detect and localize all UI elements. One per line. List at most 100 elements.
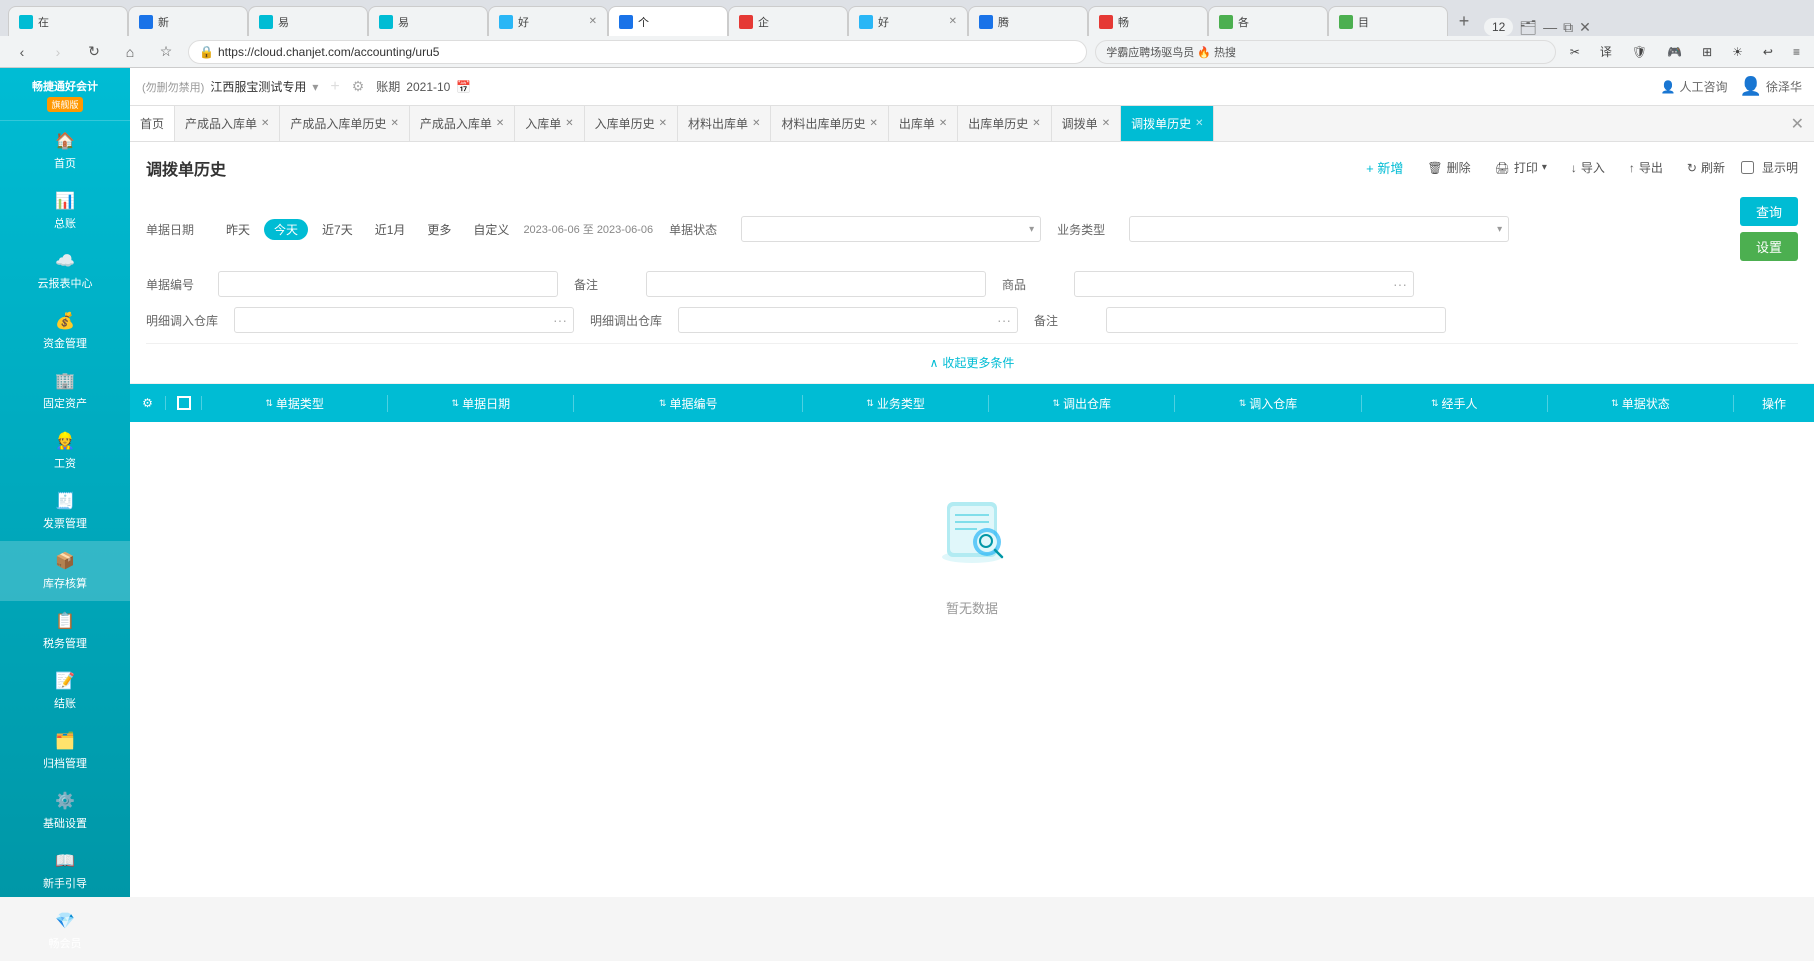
collapse-button[interactable]: ∧ 收起更多条件 — [918, 350, 1027, 375]
tab-close-icon[interactable]: ✕ — [496, 118, 504, 129]
sidebar-item-home[interactable]: 🏠 首页 — [0, 121, 130, 181]
tab-close-icon[interactable]: ✕ — [261, 118, 269, 129]
sidebar-item-archive[interactable]: 🗂️ 归档管理 — [0, 721, 130, 781]
browser-tab-8[interactable]: 畅 — [1088, 6, 1208, 36]
customer-service[interactable]: 👤 人工咨询 — [1661, 78, 1728, 95]
tab-home[interactable]: 首页 — [130, 106, 175, 142]
goods-selector[interactable]: ··· — [1074, 271, 1414, 297]
period-selector[interactable]: 账期 2021-10 📅 — [376, 78, 471, 95]
browser-tab-6[interactable]: 好 ✕ — [848, 6, 968, 36]
browser-tab-7[interactable]: 腾 — [968, 6, 1088, 36]
tab-transfer[interactable]: 调拨单 ✕ — [1052, 106, 1121, 142]
warehouse-out-selector[interactable]: ··· — [678, 307, 1018, 333]
calendar-icon[interactable]: 📅 — [456, 80, 471, 94]
tab-product-inbound2[interactable]: 产成品入库单 ✕ — [410, 106, 515, 142]
toolbar-shield[interactable]: 🛡 — [1626, 43, 1653, 61]
th-doc-date[interactable]: ⇅ 单据日期 — [388, 395, 574, 412]
refresh-button[interactable]: ↻ 刷新 — [1679, 155, 1733, 180]
sidebar-item-ledger[interactable]: 📊 总账 — [0, 181, 130, 241]
browser-tab-10[interactable]: 目 — [1328, 6, 1448, 36]
tab-inbound[interactable]: 入库单 ✕ — [515, 106, 584, 142]
tab-close-icon[interactable]: ✕ — [659, 118, 667, 129]
date-yesterday[interactable]: 昨天 — [218, 219, 258, 240]
user-profile[interactable]: 👤 徐泽华 — [1740, 76, 1802, 97]
browser-tab-2[interactable]: 易 — [248, 6, 368, 36]
th-warehouse-out[interactable]: ⇅ 调出仓库 — [989, 395, 1175, 412]
import-button[interactable]: ↓ 导入 — [1563, 155, 1613, 180]
th-warehouse-in[interactable]: ⇅ 调入仓库 — [1175, 395, 1361, 412]
tab-close-icon[interactable]: ✕ — [589, 16, 597, 27]
window-minimize[interactable]: 🗂 — [1519, 19, 1537, 36]
toolbar-menu[interactable]: ≡ — [1787, 43, 1806, 61]
toolbar-game[interactable]: 🎮 — [1661, 43, 1688, 61]
window-close[interactable]: ✕ — [1579, 19, 1591, 36]
tab-close-icon[interactable]: ✕ — [939, 118, 947, 129]
nav-home[interactable]: ⌂ — [116, 38, 144, 66]
toolbar-grid[interactable]: ⊞ — [1696, 43, 1718, 61]
tab-outbound-history[interactable]: 出库单历史 ✕ — [958, 106, 1051, 142]
tab-close-icon[interactable]: ✕ — [1195, 118, 1203, 129]
date-today[interactable]: 今天 — [264, 219, 308, 240]
tab-transfer-history[interactable]: 调拨单历史 ✕ — [1121, 106, 1214, 142]
th-settings[interactable]: ⚙ — [130, 396, 166, 410]
tab-close-icon[interactable]: ✕ — [390, 118, 398, 129]
th-doc-type[interactable]: ⇅ 单据类型 — [202, 395, 388, 412]
sidebar-item-member[interactable]: 💎 畅会员 — [0, 901, 130, 961]
browser-tab-9[interactable]: 各 — [1208, 6, 1328, 36]
nav-refresh[interactable]: ↻ — [80, 38, 108, 66]
goods-dots-icon[interactable]: ··· — [1393, 276, 1407, 292]
add-button[interactable]: + 新增 — [1358, 154, 1411, 181]
tab-material-outbound-history[interactable]: 材料出库单历史 ✕ — [771, 106, 888, 142]
company-selector[interactable]: (勿删勿禁用) 江西服宝测试专用 ▾ — [142, 78, 318, 95]
date-custom[interactable]: 自定义 — [465, 219, 517, 240]
sidebar-item-asset[interactable]: 🏢 固定资产 — [0, 361, 130, 421]
select-all-checkbox[interactable] — [177, 396, 191, 410]
browser-tab-4[interactable]: 好 ✕ — [488, 6, 608, 36]
warehouse-in-dots-icon[interactable]: ··· — [553, 312, 567, 328]
browser-tab-logo[interactable]: 在 — [8, 6, 128, 36]
search-bar[interactable]: 学霸应聘场驱鸟员 🔥 热搜 — [1095, 40, 1556, 64]
browser-tab-5[interactable]: 企 — [728, 6, 848, 36]
docno-input[interactable] — [218, 271, 558, 297]
sidebar-item-tax[interactable]: 📋 税务管理 — [0, 601, 130, 661]
remark2-input[interactable] — [1106, 307, 1446, 333]
query-button[interactable]: 查询 — [1740, 197, 1798, 226]
sidebar-item-inventory[interactable]: 📦 库存核算 — [0, 541, 130, 601]
nav-forward[interactable]: › — [44, 38, 72, 66]
warehouse-in-selector[interactable]: ··· — [234, 307, 574, 333]
export-button[interactable]: ↑ 导出 — [1621, 155, 1671, 180]
add-company-btn[interactable]: + — [330, 78, 339, 96]
toolbar-sun[interactable]: ☀ — [1726, 43, 1749, 61]
show-toggle-checkbox[interactable] — [1741, 161, 1754, 174]
settings-gear-icon[interactable]: ⚙ — [352, 78, 365, 95]
toolbar-scissors[interactable]: ✂ — [1564, 43, 1586, 61]
nav-favorite[interactable]: ☆ — [152, 38, 180, 66]
toolbar-translate[interactable]: 译 — [1594, 41, 1618, 62]
sidebar-item-cloud-report[interactable]: ☁️ 云报表中心 — [0, 241, 130, 301]
delete-button[interactable]: 🗑 删除 — [1419, 155, 1478, 180]
browser-tab-3[interactable]: 易 — [368, 6, 488, 36]
sidebar-item-settings[interactable]: ⚙️ 基础设置 — [0, 781, 130, 841]
date-7days[interactable]: 近7天 — [314, 219, 361, 240]
tab-material-outbound[interactable]: 材料出库单 ✕ — [678, 106, 771, 142]
toolbar-undo[interactable]: ↩ — [1757, 43, 1779, 61]
tab-product-inbound[interactable]: 产成品入库单 ✕ — [175, 106, 280, 142]
browser-tab-active[interactable]: 个 — [608, 6, 728, 36]
sidebar-item-invoice[interactable]: 🧾 发票管理 — [0, 481, 130, 541]
th-biz-type[interactable]: ⇅ 业务类型 — [803, 395, 989, 412]
tab-close-icon[interactable]: ✕ — [1032, 118, 1040, 129]
sidebar-item-closing[interactable]: 📝 结账 — [0, 661, 130, 721]
browser-tab-1[interactable]: 新 — [128, 6, 248, 36]
tab-close-icon[interactable]: ✕ — [565, 118, 573, 129]
date-more[interactable]: 更多 — [419, 219, 459, 240]
window-restore[interactable]: ⧉ — [1563, 19, 1573, 36]
warehouse-out-dots-icon[interactable]: ··· — [997, 312, 1011, 328]
status-select[interactable]: ▾ — [741, 216, 1041, 242]
sidebar-item-fund[interactable]: 💰 资金管理 — [0, 301, 130, 361]
remark-input[interactable] — [646, 271, 986, 297]
tab-inbound-history[interactable]: 入库单历史 ✕ — [585, 106, 678, 142]
biz-type-select[interactable]: ▾ — [1129, 216, 1509, 242]
th-checkbox[interactable] — [166, 396, 202, 410]
sidebar-item-salary[interactable]: 👷 工资 — [0, 421, 130, 481]
th-doc-no[interactable]: ⇅ 单据编号 — [574, 395, 803, 412]
